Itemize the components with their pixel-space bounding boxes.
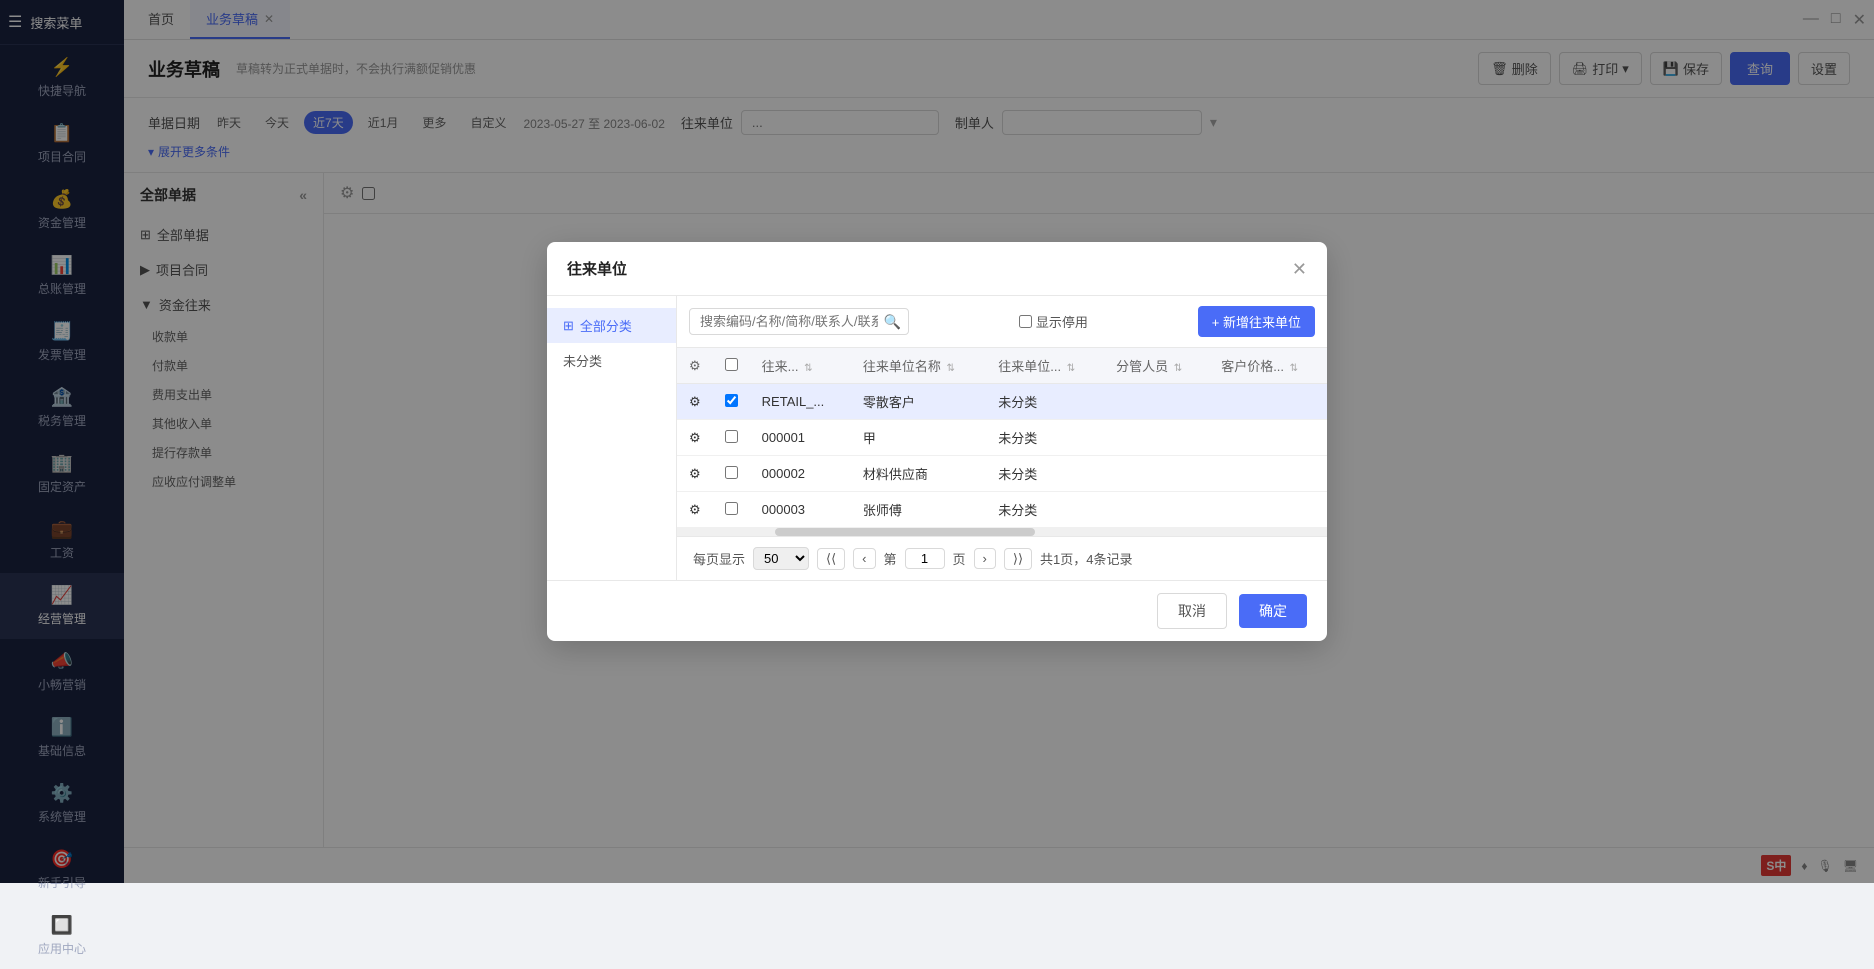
total-records-label: 共1页，4条记录 [1040, 549, 1132, 568]
row-code: RETAIL_... [750, 384, 851, 420]
col-checkbox [713, 348, 750, 384]
row-name: 甲 [851, 420, 986, 456]
app-center-icon: 🔲 [51, 915, 73, 936]
row-settings[interactable]: ⚙ [677, 492, 713, 528]
per-page-label: 每页显示 [693, 549, 745, 568]
sort-manager-icon: ⇅ [1174, 363, 1182, 374]
search-wrap: 🔍 [689, 308, 909, 335]
modal-sidebar-all[interactable]: ⊞ 全部分类 [547, 308, 676, 343]
col-manager[interactable]: 分管人员 ⇅ [1104, 348, 1209, 384]
row-checkbox[interactable] [725, 466, 738, 479]
row-checkbox-cell[interactable] [713, 420, 750, 456]
col-price[interactable]: 客户价格... ⇅ [1209, 348, 1327, 384]
modal-body: ⊞ 全部分类 未分类 🔍 显示停用 [547, 296, 1327, 580]
row-category: 未分类 [986, 492, 1104, 528]
row-name: 张师傅 [851, 492, 986, 528]
modal-party: 往来单位 ✕ ⊞ 全部分类 未分类 🔍 [547, 242, 1327, 641]
next-page-button[interactable]: › [974, 548, 996, 569]
row-code: 000003 [750, 492, 851, 528]
row-price-level [1209, 456, 1327, 492]
confirm-button[interactable]: 确定 [1239, 594, 1307, 628]
row-checkbox[interactable] [725, 502, 738, 515]
sidebar-item-label: 应用中心 [38, 940, 86, 957]
col-name[interactable]: 往来单位名称 ⇅ [851, 348, 986, 384]
last-page-button[interactable]: ⟩⟩ [1004, 548, 1032, 570]
row-category: 未分类 [986, 420, 1104, 456]
modal-sidebar-unclassified-label: 未分类 [563, 351, 602, 370]
modal-table: ⚙ 往来... ⇅ 往来单位名称 ⇅ [677, 348, 1327, 528]
cancel-button[interactable]: 取消 [1157, 593, 1227, 629]
prev-page-button[interactable]: ‹ [853, 548, 875, 569]
first-page-button[interactable]: ⟨⟨ [817, 548, 845, 570]
grid-icon: ⊞ [563, 318, 574, 334]
modal-title: 往来单位 [567, 258, 627, 279]
row-category: 未分类 [986, 456, 1104, 492]
row-checkbox[interactable] [725, 394, 738, 407]
row-category: 未分类 [986, 384, 1104, 420]
row-code: 000001 [750, 420, 851, 456]
row-checkbox-cell[interactable] [713, 456, 750, 492]
modal-header: 往来单位 ✕ [547, 242, 1327, 296]
row-price-level [1209, 492, 1327, 528]
table-select-all-checkbox[interactable] [725, 358, 738, 371]
row-manager [1104, 492, 1209, 528]
table-row[interactable]: ⚙ 000002 材料供应商 未分类 [677, 456, 1327, 492]
page-number-input[interactable] [905, 548, 945, 569]
sort-name-icon: ⇅ [946, 363, 954, 374]
row-settings[interactable]: ⚙ [677, 420, 713, 456]
modal-sidebar-unclassified[interactable]: 未分类 [547, 343, 676, 378]
row-checkbox[interactable] [725, 430, 738, 443]
modal-table-wrap: ⚙ 往来... ⇅ 往来单位名称 ⇅ [677, 348, 1327, 536]
page-suffix: 页 [953, 549, 966, 568]
row-manager [1104, 420, 1209, 456]
col-category[interactable]: 往来单位... ⇅ [986, 348, 1104, 384]
modal-overlay[interactable]: 往来单位 ✕ ⊞ 全部分类 未分类 🔍 [0, 0, 1874, 883]
modal-main: 🔍 显示停用 + 新增往来单位 ⚙ [677, 296, 1327, 580]
row-price-level [1209, 384, 1327, 420]
scrollbar-thumb [775, 528, 1035, 536]
per-page-select[interactable]: 50 20 100 [753, 547, 809, 570]
table-row[interactable]: ⚙ 000001 甲 未分类 [677, 420, 1327, 456]
col-settings[interactable]: ⚙ [677, 348, 713, 384]
modal-action-footer: 取消 确定 [547, 580, 1327, 641]
sort-price-icon: ⇅ [1290, 363, 1298, 374]
modal-sidebar: ⊞ 全部分类 未分类 [547, 296, 677, 580]
row-checkbox-cell[interactable] [713, 384, 750, 420]
party-search-input[interactable] [689, 308, 909, 335]
row-manager [1104, 384, 1209, 420]
page-prefix: 第 [884, 549, 897, 568]
row-settings[interactable]: ⚙ [677, 384, 713, 420]
row-code: 000002 [750, 456, 851, 492]
sidebar-item-app-center[interactable]: 🔲 应用中心 [0, 903, 124, 969]
row-checkbox-cell[interactable] [713, 492, 750, 528]
show-disabled-checkbox[interactable] [1019, 315, 1032, 328]
modal-close-button[interactable]: ✕ [1292, 260, 1307, 278]
table-header-row: ⚙ 往来... ⇅ 往来单位名称 ⇅ [677, 348, 1327, 384]
pagination-bar: 每页显示 50 20 100 ⟨⟨ ‹ 第 页 › ⟩⟩ 共1页，4条 [693, 547, 1311, 570]
modal-search-bar: 🔍 显示停用 + 新增往来单位 [677, 296, 1327, 348]
modal-pagination: 每页显示 50 20 100 ⟨⟨ ‹ 第 页 › ⟩⟩ 共1页，4条 [677, 536, 1327, 580]
add-party-button[interactable]: + 新增往来单位 [1198, 306, 1315, 337]
row-manager [1104, 456, 1209, 492]
horizontal-scrollbar[interactable] [677, 528, 1327, 536]
show-disabled-label: 显示停用 [1036, 312, 1088, 331]
row-name: 零散客户 [851, 384, 986, 420]
table-row[interactable]: ⚙ 000003 张师傅 未分类 [677, 492, 1327, 528]
show-disabled-wrap: 显示停用 [1019, 312, 1088, 331]
sort-code-icon: ⇅ [804, 363, 812, 374]
col-code[interactable]: 往来... ⇅ [750, 348, 851, 384]
modal-sidebar-all-label: 全部分类 [580, 316, 632, 335]
row-settings[interactable]: ⚙ [677, 456, 713, 492]
row-name: 材料供应商 [851, 456, 986, 492]
table-row[interactable]: ⚙ RETAIL_... 零散客户 未分类 [677, 384, 1327, 420]
row-price-level [1209, 420, 1327, 456]
sort-category-icon: ⇅ [1067, 363, 1075, 374]
